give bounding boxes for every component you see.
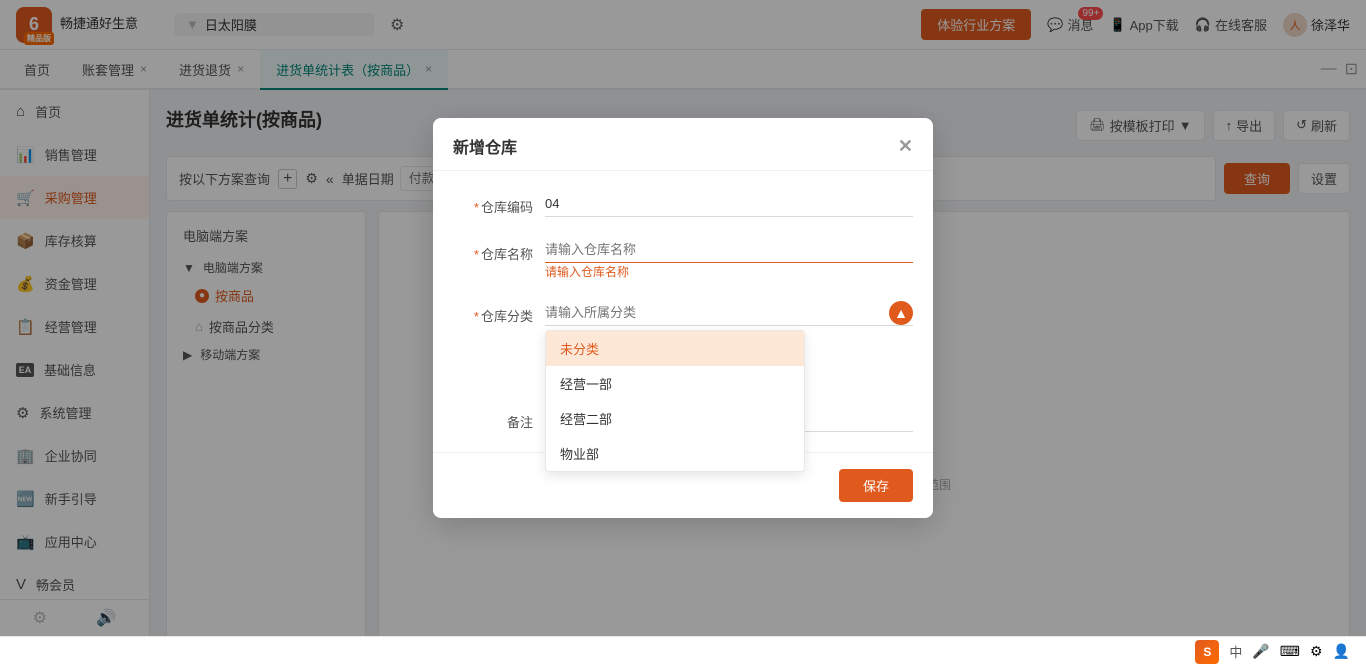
- s-logo: S: [1195, 640, 1219, 664]
- status-bar: S 中 🎤 ⌨ ⚙ 👤: [0, 636, 1366, 666]
- warehouse-name-error-area: 请输入仓库名称: [453, 263, 629, 280]
- lang-icon[interactable]: 中: [1229, 642, 1242, 661]
- warehouse-name-error: 请输入仓库名称: [545, 265, 629, 279]
- dialog-overlay: 新增仓库 ✕ 仓库编码 仓库名称 请输入仓库名称 仓库分类: [0, 0, 1366, 636]
- dropdown-item-unclassified[interactable]: 未分类: [546, 331, 804, 366]
- remark-label: 备注: [453, 406, 533, 431]
- new-warehouse-dialog: 新增仓库 ✕ 仓库编码 仓库名称 请输入仓库名称 仓库分类: [433, 118, 933, 518]
- warehouse-category-input[interactable]: [545, 300, 913, 326]
- dialog-title: 新增仓库: [453, 134, 517, 158]
- mic-icon[interactable]: 🎤: [1252, 643, 1269, 660]
- warehouse-code-input[interactable]: [545, 191, 913, 217]
- user-status-icon[interactable]: 👤: [1333, 643, 1350, 660]
- dropdown-item-property[interactable]: 物业部: [546, 436, 804, 471]
- warehouse-code-label: 仓库编码: [453, 191, 533, 216]
- status-icons: S 中 🎤 ⌨ ⚙ 👤: [1195, 640, 1350, 664]
- warehouse-category-label: 仓库分类: [453, 300, 533, 325]
- category-dropdown-arrow[interactable]: ▲: [889, 301, 913, 325]
- dropdown-item-operations2[interactable]: 经营二部: [546, 401, 804, 436]
- dropdown-item-operations1[interactable]: 经营一部: [546, 366, 804, 401]
- category-dropdown-list: 未分类 经营一部 经营二部 物业部: [545, 330, 805, 472]
- warehouse-category-wrap: ▲ 未分类 经营一部 经营二部 物业部: [545, 300, 913, 326]
- warehouse-name-label: 仓库名称: [453, 238, 533, 263]
- warehouse-name-field: 仓库名称 请输入仓库名称: [453, 237, 913, 280]
- settings-status-icon[interactable]: ⚙: [1310, 643, 1323, 660]
- dialog-close-button[interactable]: ✕: [898, 136, 913, 157]
- warehouse-category-field: 仓库分类 ▲ 未分类 经营一部 经营二部: [453, 300, 913, 326]
- keyboard-icon[interactable]: ⌨: [1280, 643, 1300, 660]
- dialog-body: 仓库编码 仓库名称 请输入仓库名称 仓库分类 ▲: [433, 171, 933, 432]
- warehouse-code-field: 仓库编码: [453, 191, 913, 217]
- warehouse-name-input[interactable]: [545, 237, 913, 263]
- save-button[interactable]: 保存: [839, 469, 913, 502]
- dialog-header: 新增仓库 ✕: [433, 118, 933, 171]
